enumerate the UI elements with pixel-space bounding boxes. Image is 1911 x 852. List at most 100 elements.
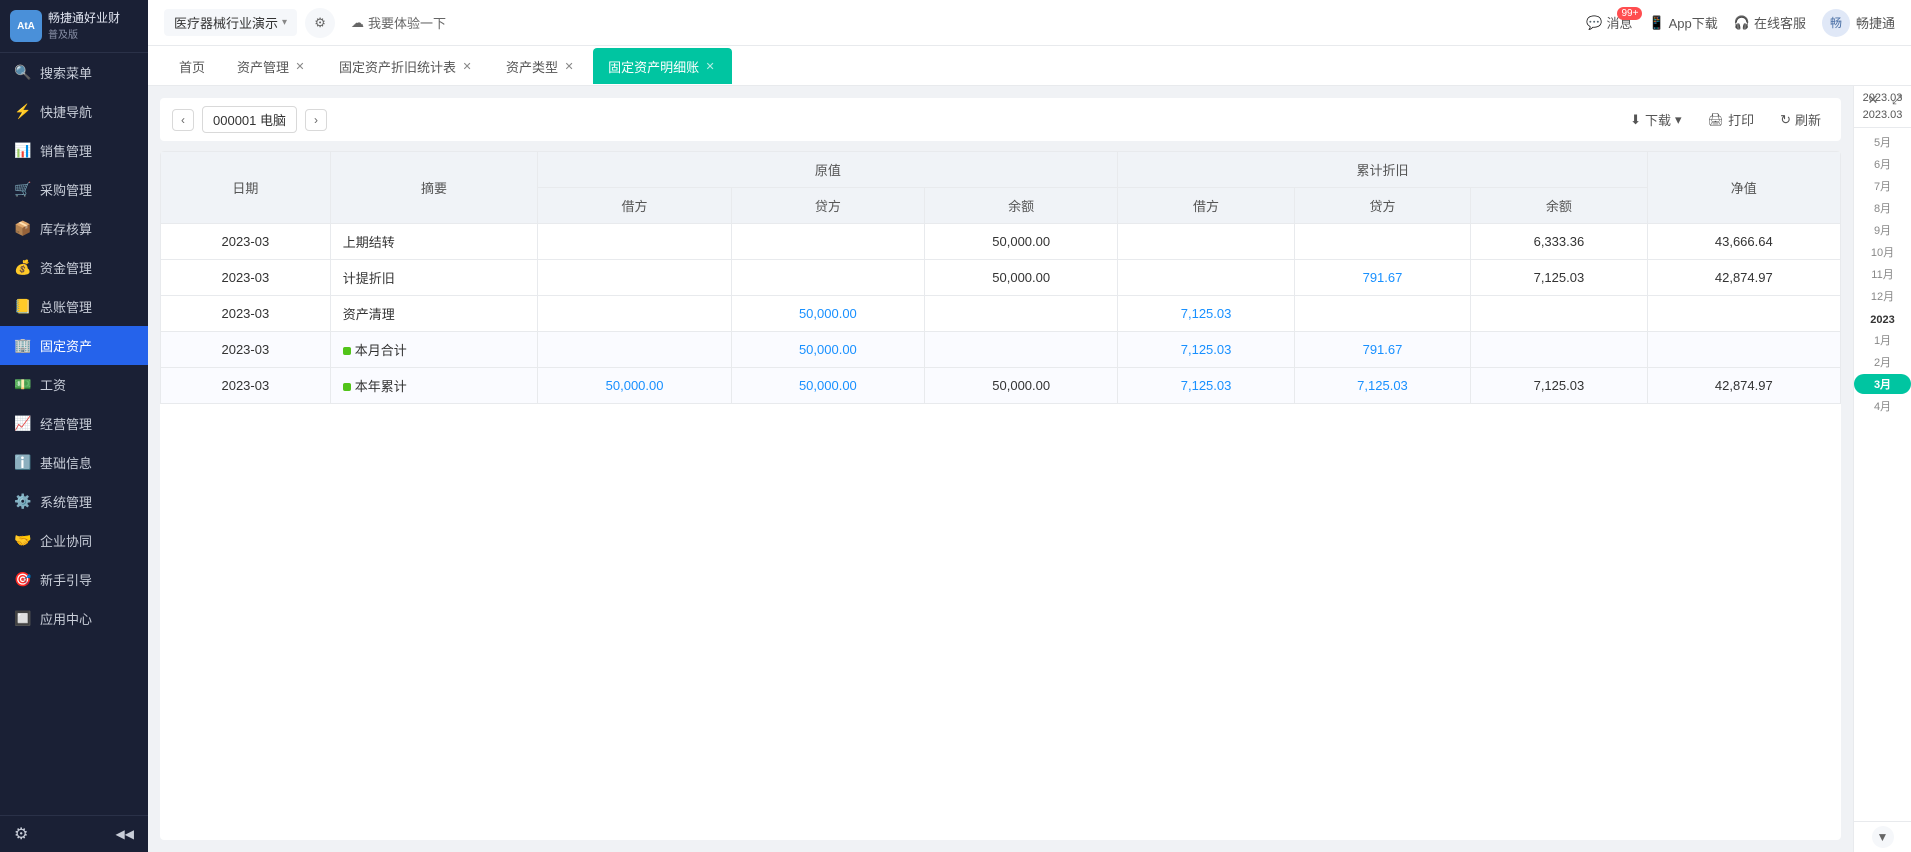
timeline-month-3月[interactable]: 3月	[1854, 374, 1911, 394]
sidebar-item-salary[interactable]: 💵工资	[0, 365, 148, 404]
company-name: 医疗器械行业演示	[174, 13, 278, 32]
purchase-icon: 🛒	[14, 181, 32, 199]
col-orig-balance: 余额	[925, 188, 1118, 224]
company-select[interactable]: 医疗器械行业演示 ▾	[164, 9, 297, 36]
chevron-down-icon: ▾	[282, 17, 287, 28]
cell-orig-credit: 50,000.00	[731, 368, 924, 404]
operations-icon: 📈	[14, 415, 32, 433]
cell-acc-credit	[1294, 224, 1470, 260]
col-acc-balance: 余额	[1471, 188, 1647, 224]
next-asset-button[interactable]: ›	[305, 109, 327, 131]
user-menu[interactable]: 畅 畅捷通	[1822, 9, 1895, 37]
asset-ledger-table: 日期 摘要 原值 累计折旧 净值 借方 贷方 余额 借方 贷方 余额	[160, 151, 1841, 840]
topbar-settings-button[interactable]: ⚙	[305, 8, 335, 38]
sidebar-item-label: 工资	[40, 375, 66, 394]
timeline-month-4月[interactable]: 4月	[1854, 396, 1911, 416]
messages-button[interactable]: 💬 消息 99+	[1586, 13, 1632, 32]
sidebar-item-ledger[interactable]: 📒总账管理	[0, 287, 148, 326]
timeline-month-11月[interactable]: 11月	[1854, 264, 1911, 284]
download-icon: ⬇	[1630, 112, 1641, 128]
cell-net-value	[1647, 332, 1840, 368]
timeline-month-12月[interactable]: 12月	[1854, 286, 1911, 306]
timeline-month-8月[interactable]: 8月	[1854, 198, 1911, 218]
sidebar-item-label: 新手引导	[40, 570, 92, 589]
refresh-button[interactable]: ↻ 刷新	[1772, 106, 1829, 133]
collapse-icon[interactable]: ◀◀	[116, 827, 134, 841]
settings-icon[interactable]: ⚙	[14, 824, 28, 844]
cell-orig-credit: 50,000.00	[731, 296, 924, 332]
sidebar-item-base-info[interactable]: ℹ️基础信息	[0, 443, 148, 482]
sidebar-item-label: 销售管理	[40, 141, 92, 160]
sidebar-item-label: 搜索菜单	[40, 63, 92, 82]
search-icon: 🔍	[14, 64, 32, 82]
tab-asset-mgmt[interactable]: 资产管理 ✕	[222, 48, 322, 84]
timeline-month-9月[interactable]: 9月	[1854, 220, 1911, 240]
timeline-month-1月[interactable]: 1月	[1854, 330, 1911, 350]
close-panel-button[interactable]: ✕	[1863, 90, 1883, 110]
timeline-month-2月[interactable]: 2月	[1854, 352, 1911, 372]
sales-icon: 📊	[14, 142, 32, 160]
timeline-month-7月[interactable]: 7月	[1854, 176, 1911, 196]
sidebar-item-funds[interactable]: 💰资金管理	[0, 248, 148, 287]
tab-label: 资产类型	[506, 57, 558, 76]
asset-code-tag: 000001 电脑	[202, 106, 297, 133]
sidebar-item-label: 总账管理	[40, 297, 92, 316]
timeline-controls: ▼	[1854, 821, 1911, 852]
sidebar-item-fixed-assets[interactable]: 🏢固定资产	[0, 326, 148, 365]
sidebar-item-label: 库存核算	[40, 219, 92, 238]
timeline-month-6月[interactable]: 6月	[1854, 154, 1911, 174]
tab-asset-ledger[interactable]: 固定资产明细账✕	[593, 48, 732, 84]
tab-label: 资产管理	[237, 57, 289, 76]
enterprise-icon: 🤝	[14, 532, 32, 550]
sidebar-item-purchase[interactable]: 🛒采购管理	[0, 170, 148, 209]
timeline-month-10月[interactable]: 10月	[1854, 242, 1911, 262]
expand-panel-button[interactable]: ⤢	[1887, 90, 1907, 110]
col-acc-credit: 贷方	[1294, 188, 1470, 224]
sidebar-item-system[interactable]: ⚙️系统管理	[0, 482, 148, 521]
cell-summary: 上期结转	[330, 224, 538, 260]
cell-orig-debit	[538, 260, 731, 296]
customer-service-button[interactable]: 🎧 在线客服	[1734, 13, 1806, 32]
tab-close-asset-ledger[interactable]: ✕	[703, 60, 717, 74]
sidebar-item-label: 资金管理	[40, 258, 92, 277]
tab-close-asset-types[interactable]: ✕	[562, 60, 576, 74]
main-area: 医疗器械行业演示 ▾ ⚙ ☁ 我要体验一下 💬 消息 99+ 📱 App下载 🎧…	[148, 0, 1911, 852]
sidebar-item-sales[interactable]: 📊 销售管理	[0, 131, 148, 170]
table-row: 2023-03 上期结转 50,000.00 6,333.36 43,666.6…	[161, 224, 1841, 260]
tab-asset-types[interactable]: 资产类型 ✕	[491, 48, 591, 84]
tab-label: 首页	[179, 57, 205, 76]
download-button[interactable]: ⬇ 下载 ▾	[1622, 106, 1689, 133]
sidebar-item-label: 基础信息	[40, 453, 92, 472]
app-download-button[interactable]: 📱 App下载	[1648, 13, 1717, 32]
print-button[interactable]: 🖨 打印	[1700, 106, 1763, 133]
col-net-value: 净值	[1647, 152, 1840, 224]
sidebar-item-quick-nav[interactable]: ⚡快捷导航	[0, 92, 148, 131]
cell-acc-debit	[1118, 224, 1294, 260]
cell-orig-balance: 50,000.00	[925, 260, 1118, 296]
tab-close-depreciation-stats[interactable]: ✕	[460, 60, 474, 74]
cell-summary: 资产清理	[330, 296, 538, 332]
tab-label: 固定资产折旧统计表	[339, 57, 456, 76]
cell-orig-debit: 50,000.00	[538, 368, 731, 404]
sidebar-item-search[interactable]: 🔍 搜索菜单	[0, 53, 148, 92]
cell-date: 2023-03	[161, 296, 331, 332]
cell-orig-debit	[538, 224, 731, 260]
timeline-month-5月[interactable]: 5月	[1854, 132, 1911, 152]
cell-date: 2023-03	[161, 368, 331, 404]
cell-acc-credit: 791.67	[1294, 260, 1470, 296]
experience-button[interactable]: ☁ 我要体验一下	[351, 13, 446, 32]
sidebar-item-app-center[interactable]: 🔲应用中心	[0, 599, 148, 638]
prev-asset-button[interactable]: ‹	[172, 109, 194, 131]
sidebar-item-inventory[interactable]: 📦库存核算	[0, 209, 148, 248]
col-acc-dep: 累计折旧	[1118, 152, 1647, 188]
tab-home[interactable]: 首页	[164, 48, 220, 84]
timeline-scroll-down-button[interactable]: ▼	[1872, 826, 1894, 848]
sidebar-item-enterprise[interactable]: 🤝企业协同	[0, 521, 148, 560]
col-date: 日期	[161, 152, 331, 224]
cell-orig-credit	[731, 260, 924, 296]
tab-depreciation-stats[interactable]: 固定资产折旧统计表 ✕	[324, 48, 489, 84]
sidebar-item-guide[interactable]: 🎯新手引导	[0, 560, 148, 599]
tab-close-asset-mgmt[interactable]: ✕	[293, 60, 307, 74]
content-area: ‹ 000001 电脑 › ⬇ 下载 ▾ 🖨 打印 ↻	[148, 86, 1911, 852]
sidebar-item-operations[interactable]: 📈经营管理	[0, 404, 148, 443]
